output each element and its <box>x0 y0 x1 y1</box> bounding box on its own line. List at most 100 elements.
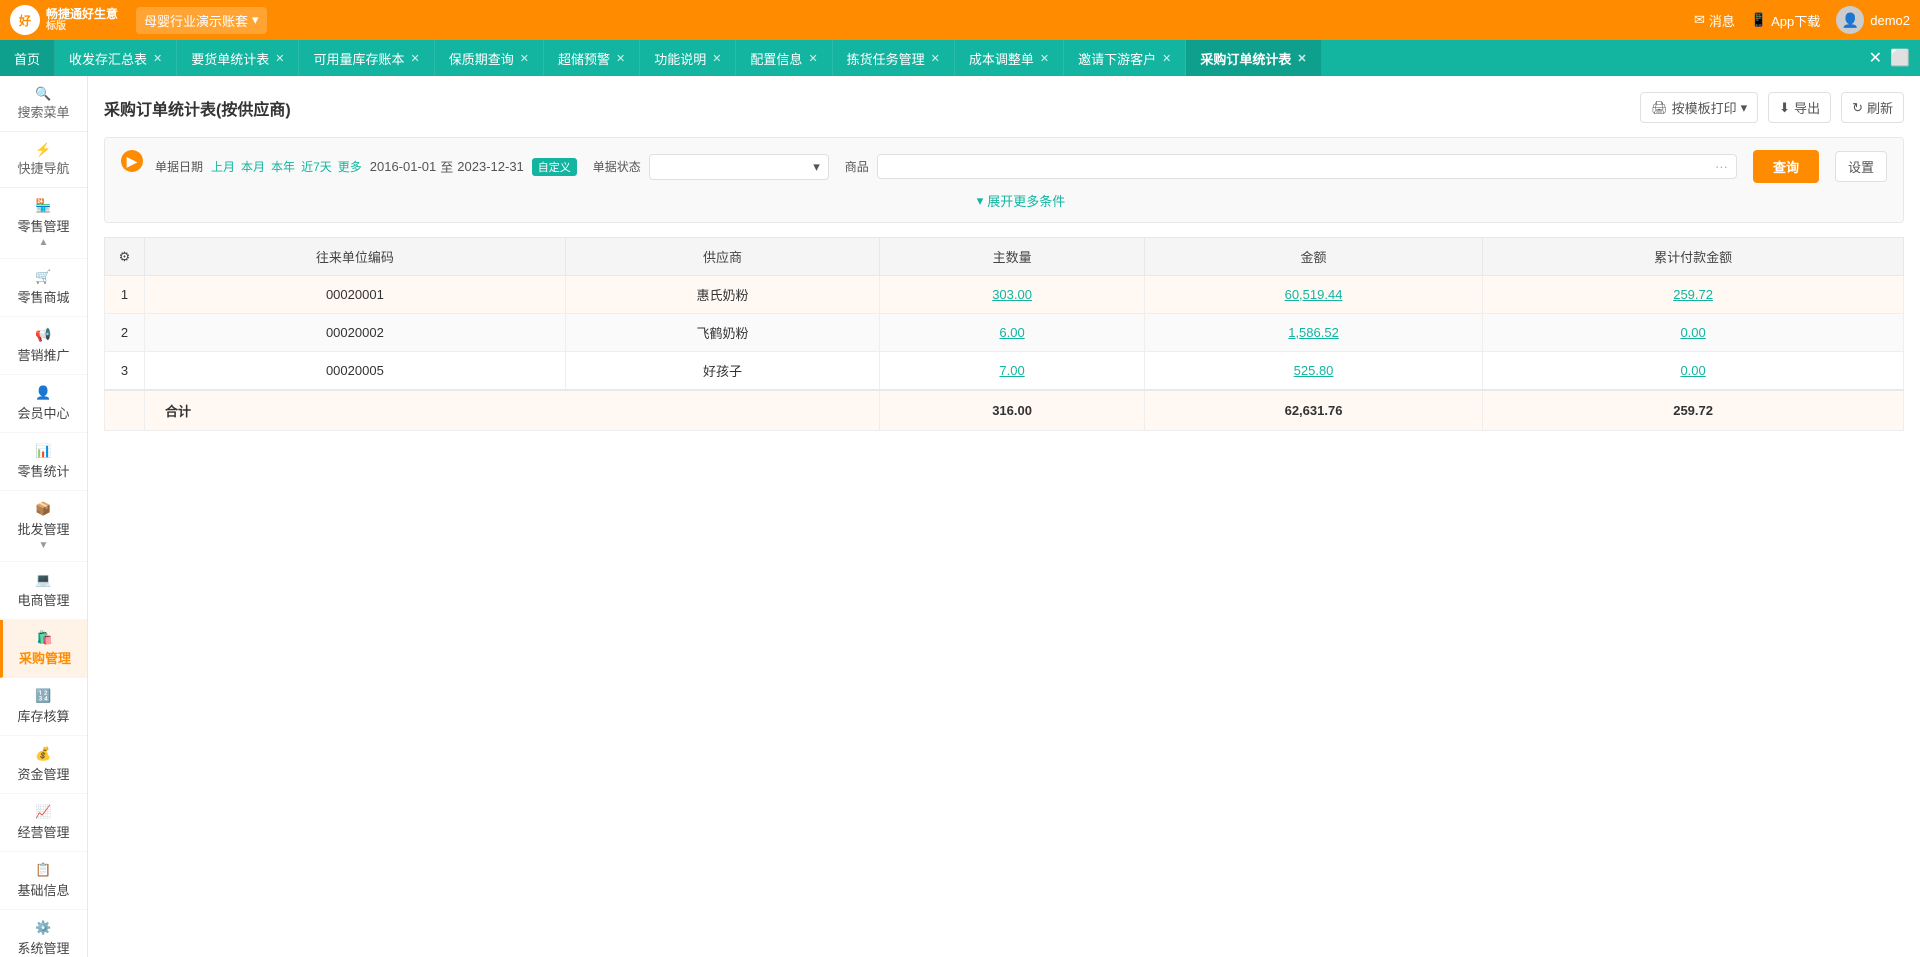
chart-icon: 📊 <box>35 443 51 459</box>
close-icon[interactable]: ✕ <box>1162 52 1171 65</box>
shortcut-this-year[interactable]: 本年 <box>271 158 295 175</box>
footer-label: 合计 <box>145 390 880 431</box>
app-download-btn[interactable]: 📱 App下载 <box>1751 11 1820 30</box>
close-icon[interactable]: ✕ <box>712 52 721 65</box>
row-amount[interactable]: 60,519.44 <box>1144 276 1482 314</box>
col-settings[interactable]: ⚙ <box>105 238 145 276</box>
gear-icon: ⚙️ <box>35 920 51 936</box>
user-area[interactable]: 👤 demo2 <box>1836 6 1910 34</box>
sidebar-item-marketing[interactable]: 📢 营销推广 <box>0 317 87 375</box>
more-icon: ··· <box>1715 159 1728 174</box>
shopping-icon: 🛍️ <box>37 630 53 646</box>
row-supplier: 飞鹤奶粉 <box>565 314 880 352</box>
chevron-down-icon: ▾ <box>1741 100 1748 116</box>
tab-home[interactable]: 首页 <box>0 40 55 76</box>
close-icon[interactable]: ✕ <box>808 52 817 65</box>
tab-demand-stat[interactable]: 要货单统计表 ✕ <box>177 40 299 76</box>
shortcut-more[interactable]: 更多 <box>338 158 362 175</box>
row-amount[interactable]: 525.80 <box>1144 352 1482 391</box>
sidebar-item-inventory-check[interactable]: 🔢 库存核算 <box>0 678 87 736</box>
tab-receive-send[interactable]: 收发存汇总表 ✕ <box>55 40 177 76</box>
sidebar-item-ecom-manage[interactable]: 💻 电商管理 <box>0 562 87 620</box>
close-icon[interactable]: ✕ <box>1040 52 1049 65</box>
shortcut-7days[interactable]: 近7天 <box>301 158 332 175</box>
top-bar-right: ✉ 消息 📱 App下载 👤 demo2 <box>1694 6 1910 34</box>
col-supplier: 供应商 <box>565 238 880 276</box>
settings-button[interactable]: 设置 <box>1835 151 1887 182</box>
col-qty: 主数量 <box>880 238 1145 276</box>
date-range: 2016-01-01 至 2023-12-31 <box>370 157 524 176</box>
sidebar-item-retail-manage[interactable]: 🏪 零售管理 ▲ <box>0 188 87 259</box>
search-button[interactable]: 查询 <box>1753 150 1819 183</box>
page-title: 采购订单统计表(按供应商) <box>104 96 291 120</box>
row-no: 1 <box>105 276 145 314</box>
row-code: 00020001 <box>145 276 566 314</box>
row-paid[interactable]: 0.00 <box>1483 352 1904 391</box>
sidebar-item-basic-info[interactable]: 📋 基础信息 <box>0 852 87 910</box>
row-qty[interactable]: 7.00 <box>880 352 1145 391</box>
user-name: demo2 <box>1870 13 1910 28</box>
sidebar-item-quick-nav[interactable]: ⚡ 快捷导航 <box>0 132 87 188</box>
row-paid[interactable]: 0.00 <box>1483 314 1904 352</box>
sidebar-item-capital-manage[interactable]: 💰 资金管理 <box>0 736 87 794</box>
export-button[interactable]: ⬇ 导出 <box>1768 92 1831 123</box>
close-icon[interactable]: ✕ <box>931 52 940 65</box>
goods-input[interactable]: ··· <box>877 154 1737 179</box>
org-selector[interactable]: 母婴行业演示账套 ▾ <box>136 7 267 34</box>
tab-purchase-stat[interactable]: 采购订单统计表 ✕ <box>1186 40 1321 76</box>
close-icon[interactable]: ✕ <box>520 52 529 65</box>
laptop-icon: 💻 <box>35 572 51 588</box>
expand-more-btn[interactable]: ▾ 展开更多条件 <box>155 191 1887 210</box>
row-supplier: 惠氏奶粉 <box>565 276 880 314</box>
footer-paid: 259.72 <box>1483 390 1904 431</box>
tab-config-info[interactable]: 配置信息 ✕ <box>736 40 832 76</box>
goods-filter-item: 商品 ··· <box>845 154 1737 179</box>
filter-row: 单据日期 上月 本月 本年 近7天 更多 2016-01-01 <box>155 150 1887 183</box>
phone-icon: 📱 <box>1751 12 1767 28</box>
tab-cost-adjust[interactable]: 成本调整单 ✕ <box>955 40 1064 76</box>
chevron-up-icon: ▲ <box>39 237 49 248</box>
nav-close-all-btn[interactable]: ✕ <box>1869 48 1882 68</box>
tab-available-stock[interactable]: 可用量库存账本 ✕ <box>299 40 434 76</box>
col-code: 往来单位编码 <box>145 238 566 276</box>
close-icon[interactable]: ✕ <box>153 52 162 65</box>
tab-expiry-query[interactable]: 保质期查询 ✕ <box>435 40 544 76</box>
sidebar-item-purchase-manage[interactable]: 🛍️ 采购管理 <box>0 620 87 678</box>
sidebar-item-operation-manage[interactable]: 📈 经营管理 <box>0 794 87 852</box>
sidebar-item-wholesale-manage[interactable]: 📦 批发管理 ▼ <box>0 491 87 562</box>
page-header: 采购订单统计表(按供应商) 🖨 按模板打印 ▾ ⬇ 导出 ↻ 刷新 <box>104 92 1904 123</box>
tab-overstock-warning[interactable]: 超储预警 ✕ <box>544 40 640 76</box>
filter-toggle-button[interactable]: ▶ <box>121 150 143 172</box>
message-btn[interactable]: ✉ 消息 <box>1694 11 1735 30</box>
row-paid[interactable]: 259.72 <box>1483 276 1904 314</box>
table-row: 2 00020002 飞鹤奶粉 6.00 1,586.52 0.00 <box>105 314 1904 352</box>
refresh-button[interactable]: ↻ 刷新 <box>1841 92 1904 123</box>
sidebar-item-system-manage[interactable]: ⚙️ 系统管理 <box>0 910 87 957</box>
sidebar-item-retail-stat[interactable]: 📊 零售统计 <box>0 433 87 491</box>
chevron-down-icon: ▾ <box>813 159 820 175</box>
logo-area: 好 畅捷通好生意 标版 <box>10 5 118 35</box>
sidebar-item-search-menu[interactable]: 🔍 搜索菜单 <box>0 76 87 132</box>
close-icon[interactable]: ✕ <box>411 52 420 65</box>
status-label: 单据状态 <box>593 158 641 175</box>
print-button[interactable]: 🖨 按模板打印 ▾ <box>1640 92 1758 123</box>
nav-maximize-btn[interactable]: ⬜ <box>1890 48 1910 68</box>
row-amount[interactable]: 1,586.52 <box>1144 314 1482 352</box>
row-qty[interactable]: 303.00 <box>880 276 1145 314</box>
shortcut-this-month[interactable]: 本月 <box>241 158 265 175</box>
chevron-down-icon: ▾ <box>977 193 984 209</box>
nav-tab-more: ✕ ⬜ <box>1859 48 1920 68</box>
status-select[interactable]: ▾ <box>649 154 829 180</box>
tab-invite-downstream[interactable]: 邀请下游客户 ✕ <box>1064 40 1186 76</box>
close-icon[interactable]: ✕ <box>1297 52 1306 65</box>
tab-func-desc[interactable]: 功能说明 ✕ <box>640 40 736 76</box>
close-icon[interactable]: ✕ <box>616 52 625 65</box>
tab-picking-task[interactable]: 拣货任务管理 ✕ <box>833 40 955 76</box>
sidebar-item-member-center[interactable]: 👤 会员中心 <box>0 375 87 433</box>
nav-tabs: 首页 收发存汇总表 ✕ 要货单统计表 ✕ 可用量库存账本 ✕ 保质期查询 ✕ 超… <box>0 40 1920 76</box>
sidebar-item-retail-mall[interactable]: 🛒 零售商城 <box>0 259 87 317</box>
row-qty[interactable]: 6.00 <box>880 314 1145 352</box>
table-row: 3 00020005 好孩子 7.00 525.80 0.00 <box>105 352 1904 391</box>
close-icon[interactable]: ✕ <box>275 52 284 65</box>
shortcut-prev-month[interactable]: 上月 <box>211 158 235 175</box>
